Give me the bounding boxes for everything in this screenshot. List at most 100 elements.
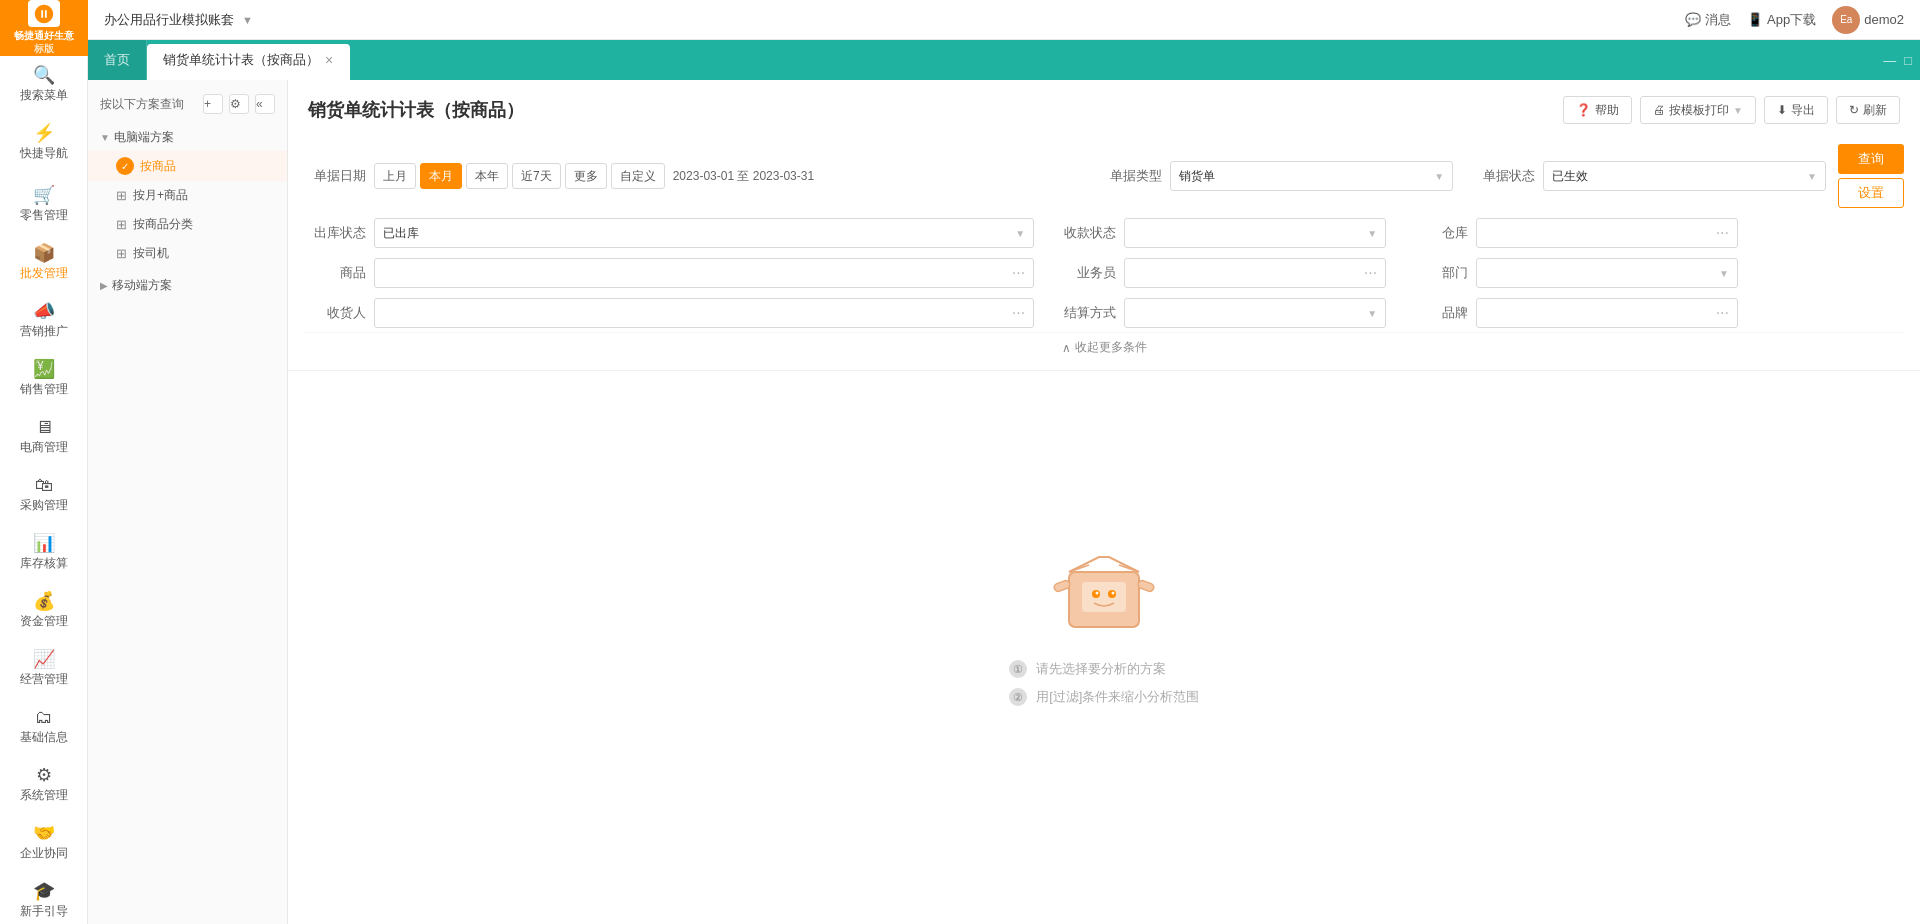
sidebar-item-ops[interactable]: 📈 经营管理	[0, 640, 87, 698]
scheme-group-mobile-header[interactable]: ▶ 移动端方案	[88, 272, 287, 299]
help-btn[interactable]: ❓ 帮助	[1563, 96, 1632, 124]
sidebar-item-guide[interactable]: 🎓 新手引导	[0, 872, 87, 924]
sidebar-item-ops-label: 经营管理	[20, 671, 68, 688]
tab-spacer	[350, 40, 1875, 80]
mobile-expand-arrow: ▶	[100, 280, 108, 291]
warehouse-status-display: 已出库 ▼	[374, 218, 1034, 248]
right-panel: 销货单统计计表（按商品） ❓ 帮助 🖨 按模板打印 ▼ ⬇ 导出	[288, 80, 1920, 924]
receipt-status-wrap[interactable]: ▼	[1124, 218, 1386, 248]
sidebar-item-marketing[interactable]: 📣 营销推广	[0, 292, 87, 350]
brand-input[interactable]: ···	[1476, 298, 1738, 328]
ecom-icon: 🖥	[35, 418, 53, 436]
maximize-icon[interactable]: □	[1904, 53, 1912, 68]
date-btn-this-year[interactable]: 本年	[466, 163, 508, 189]
receipt-status-display: ▼	[1124, 218, 1386, 248]
receipt-status-arrow: ▼	[1367, 228, 1377, 239]
logo-icon	[28, 0, 60, 27]
filter-doc-status-col: 单据状态 已生效 ▼	[1473, 161, 1826, 191]
warehouse-status-wrap[interactable]: 已出库 ▼	[374, 218, 1034, 248]
sidebar-item-purchase-label: 采购管理	[20, 497, 68, 514]
purchase-icon: 🛍	[35, 476, 53, 494]
sidebar-item-purchase[interactable]: 🛍 采购管理	[0, 466, 87, 524]
sidebar-item-search-label: 搜索菜单	[20, 87, 68, 104]
warehouse2-input[interactable]: ···	[1476, 218, 1738, 248]
settings-scheme-btn[interactable]: ⚙	[229, 94, 249, 114]
basic-icon: 🗂	[35, 708, 53, 726]
filter-receiver-col: 收货人 ···	[304, 298, 1034, 328]
settle-wrap[interactable]: ▼	[1124, 298, 1386, 328]
app-download-btn[interactable]: 📱 App下载	[1747, 11, 1816, 29]
date-btn-custom[interactable]: 自定义	[611, 163, 665, 189]
filter-receipt-status-col: 收款状态 ▼	[1054, 218, 1386, 248]
scheme-item-by-cashier[interactable]: ⊞ 按司机	[88, 239, 287, 268]
salesperson-input[interactable]: ···	[1124, 258, 1386, 288]
add-scheme-btn[interactable]: +	[203, 94, 223, 114]
search-button[interactable]: 查询	[1838, 144, 1904, 174]
message-btn[interactable]: 💬 消息	[1685, 11, 1731, 29]
filter-brand-col: 品牌 ···	[1406, 298, 1738, 328]
pc-group-label: 电脑端方案	[114, 129, 174, 146]
scheme-group-pc-header[interactable]: ▼ 电脑端方案	[88, 124, 287, 151]
top-header: 办公用品行业模拟账套 ▼ 💬 消息 📱 App下载 Ea demo2	[88, 0, 1920, 40]
sidebar-item-system[interactable]: ⚙ 系统管理	[0, 756, 87, 814]
active-scheme-dot: ✓	[116, 157, 134, 175]
empty-illustration	[1044, 527, 1164, 647]
sidebar-item-basic[interactable]: 🗂 基础信息	[0, 698, 87, 756]
print-btn[interactable]: 🖨 按模板打印 ▼	[1640, 96, 1756, 124]
pc-expand-arrow: ▼	[100, 132, 110, 143]
doc-type-select-wrap[interactable]: 销货单 ▼	[1170, 161, 1453, 191]
scheme-item-by-goods[interactable]: ✓ 按商品	[88, 151, 287, 181]
sidebar-item-search[interactable]: 🔍 搜索菜单	[0, 56, 87, 114]
date-btn-this-month[interactable]: 本月	[420, 163, 462, 189]
export-btn[interactable]: ⬇ 导出	[1764, 96, 1828, 124]
doc-status-select-wrap[interactable]: 已生效 ▼	[1543, 161, 1826, 191]
settings-button[interactable]: 设置	[1838, 178, 1904, 208]
scheme-item-by-category[interactable]: ⊞ 按商品分类	[88, 210, 287, 239]
sidebar-item-quick-nav[interactable]: ⚡ 快捷导航	[0, 114, 87, 172]
date-btn-more[interactable]: 更多	[565, 163, 607, 189]
goods-dots: ···	[1012, 264, 1025, 282]
settings-icon: ⚙	[230, 97, 248, 111]
retail-icon: 🛒	[33, 186, 55, 204]
sidebar-item-finance[interactable]: 💰 资金管理	[0, 582, 87, 640]
app-icon: 📱	[1747, 12, 1763, 27]
collapse-more-btn[interactable]: ∧ 收起更多条件	[304, 332, 1904, 362]
minimize-icon[interactable]: —	[1883, 53, 1896, 68]
filter-row-2: 出库状态 已出库 ▼ 收款状态 ▼	[304, 218, 1904, 248]
tab-bar: 首页 销货单统计计表（按商品） × — □	[88, 40, 1920, 80]
sidebar-item-ecom[interactable]: 🖥 电商管理	[0, 408, 87, 466]
tab-sales-stats[interactable]: 销货单统计计表（按商品） ×	[147, 44, 350, 80]
scheme-group-mobile: ▶ 移动端方案	[88, 272, 287, 299]
refresh-icon: ↻	[1849, 103, 1859, 117]
receiver-input[interactable]: ···	[374, 298, 1034, 328]
print-arrow: ▼	[1733, 105, 1743, 116]
collapse-label: 收起更多条件	[1075, 339, 1147, 356]
sidebar-item-sales-mgmt[interactable]: 💹 销售管理	[0, 350, 87, 408]
dept-wrap[interactable]: ▼	[1476, 258, 1738, 288]
sidebar-item-wholesale[interactable]: 📦 批发管理	[0, 234, 87, 292]
date-btn-last-month[interactable]: 上月	[374, 163, 416, 189]
sidebar-item-inventory[interactable]: 📊 库存核算	[0, 524, 87, 582]
doc-status-arrow: ▼	[1807, 171, 1817, 182]
tab-window-actions: — □	[1875, 40, 1920, 80]
dept-arrow: ▼	[1719, 268, 1729, 279]
tab-close-btn[interactable]: ×	[325, 52, 333, 68]
user-area[interactable]: Ea demo2	[1832, 6, 1904, 34]
date-btn-7days[interactable]: 近7天	[512, 163, 561, 189]
refresh-btn[interactable]: ↻ 刷新	[1836, 96, 1900, 124]
export-icon: ⬇	[1777, 103, 1787, 117]
collapse-panel-btn[interactable]: «	[255, 94, 275, 114]
workspace-arrow[interactable]: ▼	[242, 14, 253, 26]
goods-input[interactable]: ···	[374, 258, 1034, 288]
sidebar-item-corp[interactable]: 🤝 企业协同	[0, 814, 87, 872]
scheme-by-category-label: 按商品分类	[133, 216, 193, 233]
finance-icon: 💰	[33, 592, 55, 610]
scheme-item-by-month-goods[interactable]: ⊞ 按月+商品	[88, 181, 287, 210]
sidebar-item-retail[interactable]: 🛒 零售管理	[0, 176, 87, 234]
tab-home[interactable]: 首页	[88, 40, 147, 80]
doc-type-label: 单据类型	[1100, 167, 1170, 185]
page-title: 销货单统计计表（按商品）	[308, 98, 524, 122]
filter-dept-col: 部门 ▼	[1406, 258, 1738, 288]
sidebar-item-wholesale-label: 批发管理	[20, 265, 68, 282]
header-actions: 💬 消息 📱 App下载 Ea demo2	[1685, 6, 1904, 34]
